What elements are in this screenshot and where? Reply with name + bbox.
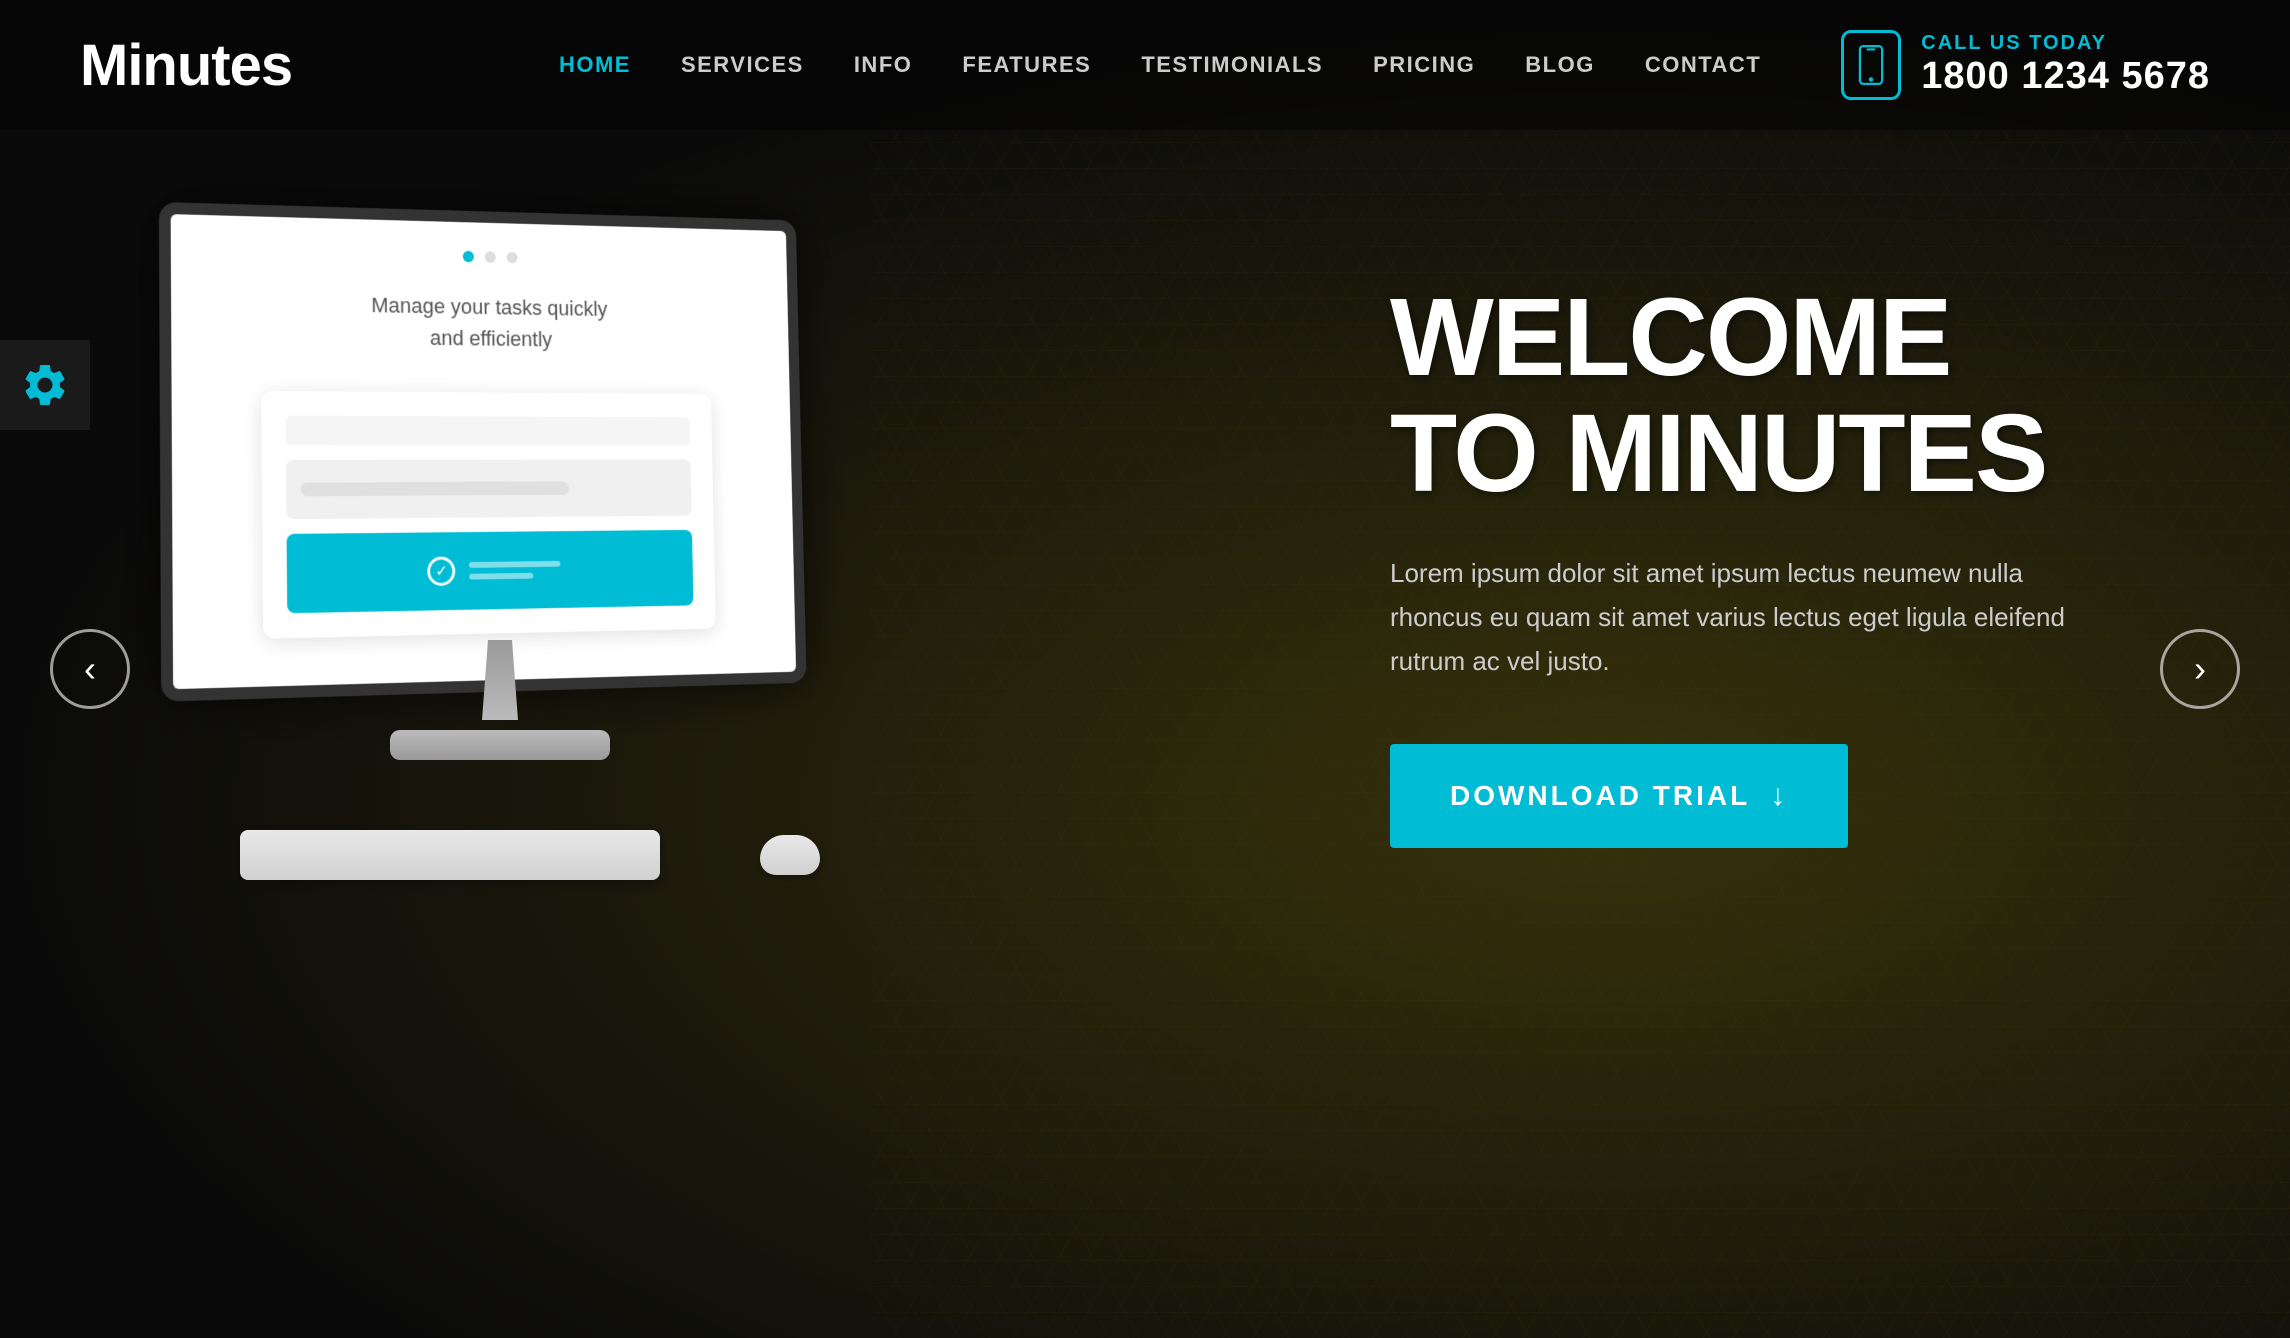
- download-trial-button[interactable]: DOWNLOAD TRIAL ↓: [1390, 744, 1848, 848]
- nav-item-testimonials[interactable]: TESTIMONIALS: [1141, 52, 1323, 78]
- screen-dot-3: [507, 252, 518, 264]
- monitor-area: Manage your tasks quickly and efficientl…: [120, 200, 880, 900]
- chevron-right-icon: ›: [2194, 648, 2206, 690]
- mouse: [760, 835, 820, 875]
- gear-icon: [20, 360, 70, 410]
- monitor-screen: Manage your tasks quickly and efficientl…: [159, 202, 807, 702]
- cta-line-1: [469, 561, 560, 568]
- screen-input-placeholder: [285, 416, 690, 446]
- slider-next-button[interactable]: ›: [2160, 629, 2240, 709]
- cta-text-lines: [469, 561, 561, 580]
- download-button-label: DOWNLOAD TRIAL: [1450, 780, 1750, 812]
- cta-check-icon: ✓: [428, 556, 456, 586]
- screen-cta-button: ✓: [286, 530, 694, 613]
- nav-item-features[interactable]: FEATURES: [962, 52, 1091, 78]
- phone-svg: [1855, 45, 1887, 85]
- main-nav: HOME SERVICES INFO FEATURES TESTIMONIALS…: [559, 52, 1761, 78]
- nav-item-contact[interactable]: CONTACT: [1645, 52, 1761, 78]
- hero-section: Minutes HOME SERVICES INFO FEATURES TEST…: [0, 0, 2290, 1338]
- screen-dots: [463, 251, 518, 264]
- screen-dot-1: [463, 251, 474, 263]
- site-logo: Minutes: [80, 32, 292, 99]
- screen-content: Manage your tasks quickly and efficientl…: [171, 214, 796, 689]
- call-label: CALL US TODAY: [1921, 32, 2210, 55]
- chevron-left-icon: ‹: [84, 648, 96, 690]
- monitor-display: Manage your tasks quickly and efficientl…: [120, 200, 880, 820]
- nav-item-services[interactable]: SERVICES: [681, 52, 804, 78]
- download-icon: ↓: [1770, 779, 1788, 813]
- call-info: CALL US TODAY 1800 1234 5678: [1921, 32, 2210, 98]
- screen-progress-bar: [286, 459, 692, 519]
- screen-card: ✓: [261, 391, 716, 639]
- keyboard: [240, 830, 660, 880]
- hero-title: WELCOME TO MINUTES: [1390, 280, 2090, 511]
- site-header: Minutes HOME SERVICES INFO FEATURES TEST…: [0, 0, 2290, 130]
- hero-description: Lorem ipsum dolor sit amet ipsum lectus …: [1390, 551, 2090, 684]
- sidebar-gear-panel: [0, 340, 90, 430]
- nav-item-home[interactable]: HOME: [559, 52, 631, 78]
- hero-content: WELCOME TO MINUTES Lorem ipsum dolor sit…: [1390, 280, 2090, 848]
- nav-item-pricing[interactable]: PRICING: [1373, 52, 1475, 78]
- nav-item-blog[interactable]: BLOG: [1525, 52, 1595, 78]
- nav-item-info[interactable]: INFO: [854, 52, 913, 78]
- slider-prev-button[interactable]: ‹: [50, 629, 130, 709]
- monitor-stand-base: [390, 730, 610, 760]
- call-to-action-header: CALL US TODAY 1800 1234 5678: [1841, 30, 2210, 100]
- cta-line-2: [470, 573, 534, 580]
- screen-tagline: Manage your tasks quickly and efficientl…: [371, 289, 608, 356]
- phone-icon: [1841, 30, 1901, 100]
- screen-dot-2: [485, 251, 496, 263]
- call-number: 1800 1234 5678: [1921, 55, 2210, 98]
